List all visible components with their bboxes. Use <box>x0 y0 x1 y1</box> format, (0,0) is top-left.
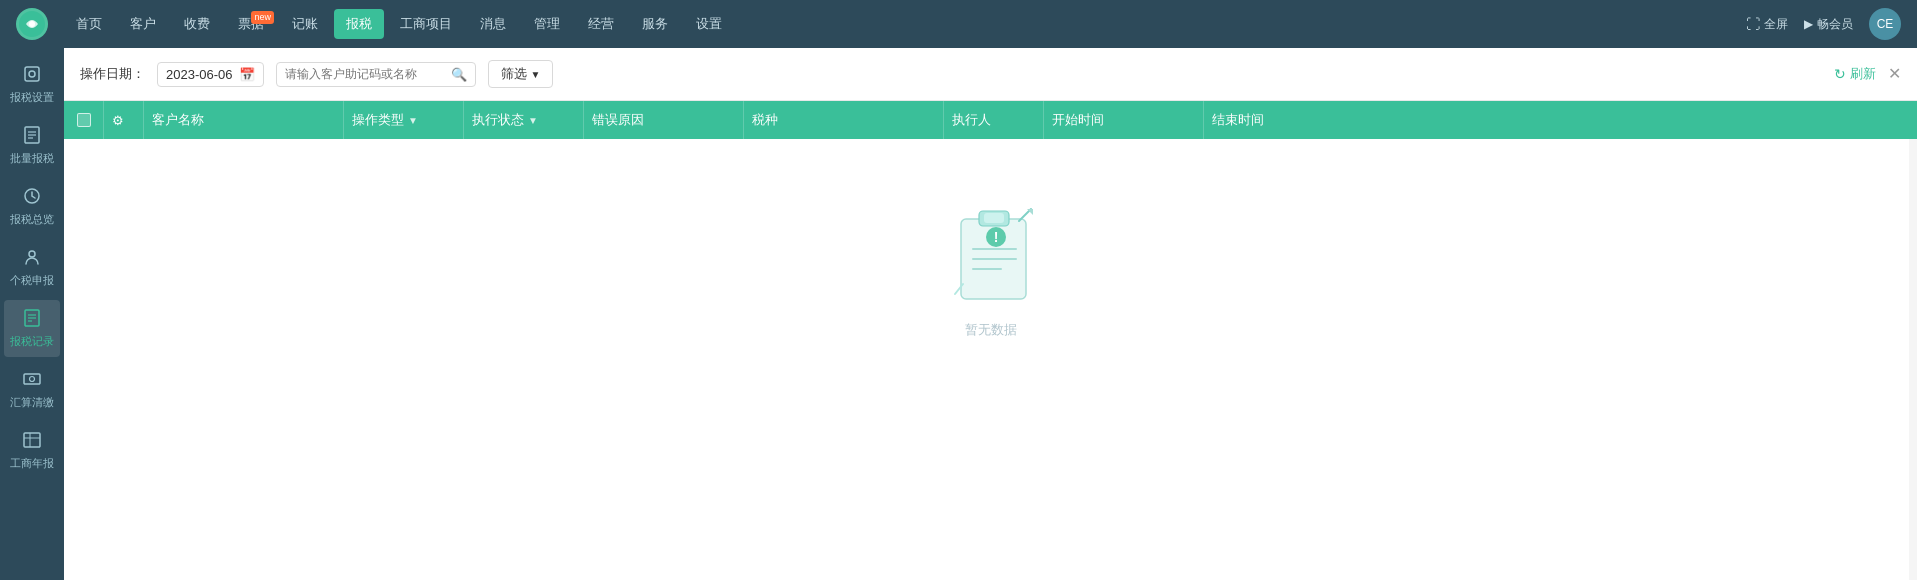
sidebar-item-annual-report[interactable]: 工商年报 <box>4 422 60 479</box>
top-nav-right: ⛶ 全屏 ▶ 畅会员 CE <box>1746 8 1901 40</box>
sidebar-item-tax-settings[interactable]: 报税设置 <box>4 56 60 113</box>
sidebar-item-tax-overview[interactable]: 报税总览 <box>4 178 60 235</box>
toolbar: 操作日期： 2023-06-06 📅 🔍 筛选 ▼ ↻ 刷新 ✕ <box>64 48 1917 101</box>
refresh-icon: ↻ <box>1834 66 1846 82</box>
svg-point-3 <box>29 71 35 77</box>
sort-icon-exec-status: ▼ <box>528 115 538 126</box>
nav-message[interactable]: 消息 <box>468 9 518 39</box>
nav-service[interactable]: 服务 <box>630 9 680 39</box>
fullscreen-btn[interactable]: ⛶ 全屏 <box>1746 16 1788 33</box>
select-all-checkbox[interactable] <box>77 113 91 127</box>
chevron-down-icon: ▼ <box>531 69 541 80</box>
th-client-name: 客户名称 <box>144 101 344 139</box>
refresh-button[interactable]: ↻ 刷新 <box>1834 65 1876 83</box>
nav-fee[interactable]: 收费 <box>172 9 222 39</box>
sidebar-item-individual-tax[interactable]: 个税申报 <box>4 239 60 296</box>
settings-icon: ⚙ <box>112 113 124 128</box>
sidebar: 报税设置 批量报税 报税总览 <box>0 48 64 580</box>
nav-invoice[interactable]: 票据 new <box>226 9 276 39</box>
svg-rect-16 <box>24 433 40 447</box>
svg-text:!: ! <box>993 229 998 245</box>
nav-commerce[interactable]: 工商项目 <box>388 9 464 39</box>
tax-settings-icon <box>22 64 42 87</box>
toolbar-right: ↻ 刷新 ✕ <box>1834 65 1901 83</box>
empty-state: ! 暂无数据 <box>64 139 1917 399</box>
svg-point-1 <box>29 21 35 27</box>
filter-button[interactable]: 筛选 ▼ <box>488 60 554 88</box>
fullscreen-icon: ⛶ <box>1746 16 1760 32</box>
th-checkbox[interactable] <box>64 101 104 139</box>
nav-tax[interactable]: 报税 <box>334 9 384 39</box>
calendar-icon: 📅 <box>239 67 255 82</box>
main-layout: 报税设置 批量报税 报税总览 <box>0 48 1917 580</box>
nav-bookkeeping[interactable]: 记账 <box>280 9 330 39</box>
tax-record-icon <box>22 308 42 331</box>
nav-client[interactable]: 客户 <box>118 9 168 39</box>
empty-text: 暂无数据 <box>965 321 1017 339</box>
tax-overview-icon <box>22 186 42 209</box>
svg-point-9 <box>29 251 35 257</box>
scroll-indicator <box>1909 101 1917 580</box>
search-input[interactable] <box>285 67 445 81</box>
date-picker[interactable]: 2023-06-06 📅 <box>157 62 264 87</box>
content-area: 操作日期： 2023-06-06 📅 🔍 筛选 ▼ ↻ 刷新 ✕ <box>64 48 1917 580</box>
th-settings[interactable]: ⚙ <box>104 101 144 139</box>
empty-illustration: ! <box>941 199 1041 309</box>
member-icon: ▶ <box>1804 17 1813 31</box>
th-end-time: 结束时间 <box>1204 101 1324 139</box>
member-btn[interactable]: ▶ 畅会员 <box>1804 16 1853 33</box>
th-start-time: 开始时间 <box>1044 101 1204 139</box>
nav-operation[interactable]: 经营 <box>576 9 626 39</box>
table-header: ⚙ 客户名称 操作类型 ▼ 执行状态 ▼ 错误原因 税种 <box>64 101 1917 139</box>
date-label: 操作日期： <box>80 65 145 83</box>
svg-rect-2 <box>25 67 39 81</box>
svg-rect-14 <box>24 374 40 384</box>
nav-home[interactable]: 首页 <box>64 9 114 39</box>
app-logo[interactable] <box>16 8 48 40</box>
top-nav: 首页 客户 收费 票据 new 记账 报税 工商项目 消息 管理 经营 服务 设… <box>0 0 1917 48</box>
avatar[interactable]: CE <box>1869 8 1901 40</box>
sidebar-item-settlement[interactable]: 汇算清缴 <box>4 361 60 418</box>
svg-rect-21 <box>984 213 1004 223</box>
th-error-reason: 错误原因 <box>584 101 744 139</box>
nav-settings[interactable]: 设置 <box>684 9 734 39</box>
individual-tax-icon <box>22 247 42 270</box>
th-op-type[interactable]: 操作类型 ▼ <box>344 101 464 139</box>
sidebar-item-tax-record[interactable]: 报税记录 <box>4 300 60 357</box>
new-badge: new <box>251 11 274 24</box>
th-tax-type: 税种 <box>744 101 944 139</box>
annual-report-icon <box>22 430 42 453</box>
close-button[interactable]: ✕ <box>1888 66 1901 82</box>
svg-point-15 <box>30 377 35 382</box>
search-icon: 🔍 <box>451 67 467 82</box>
th-executor: 执行人 <box>944 101 1044 139</box>
search-box[interactable]: 🔍 <box>276 62 476 87</box>
table-container: ⚙ 客户名称 操作类型 ▼ 执行状态 ▼ 错误原因 税种 <box>64 101 1917 580</box>
sort-icon-op-type: ▼ <box>408 115 418 126</box>
settlement-icon <box>22 369 42 392</box>
nav-manage[interactable]: 管理 <box>522 9 572 39</box>
th-exec-status[interactable]: 执行状态 ▼ <box>464 101 584 139</box>
batch-tax-icon <box>22 125 42 148</box>
sidebar-item-batch-tax[interactable]: 批量报税 <box>4 117 60 174</box>
